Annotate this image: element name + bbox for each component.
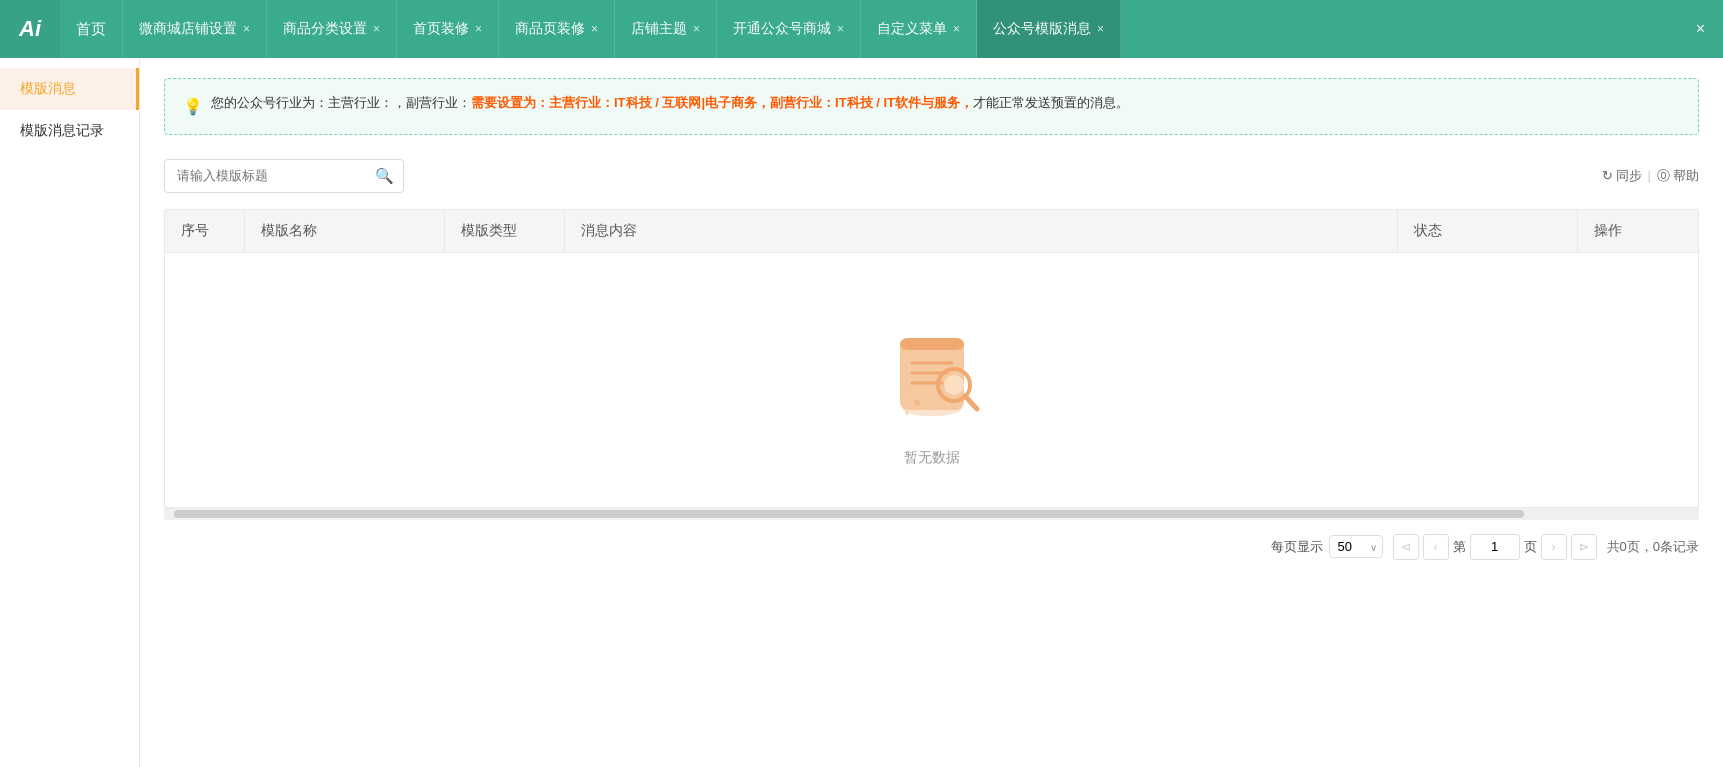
empty-illustration [872,313,992,433]
tab-home-label: 首页 [76,20,106,39]
prev-page-button[interactable]: ‹ [1423,534,1449,560]
tab-homepage-label: 首页装修 [413,20,469,38]
sync-button[interactable]: ↻ 同步 [1602,167,1642,185]
tab-wechat-shop[interactable]: 开通公众号商城 × [717,0,861,58]
tab-productpage-close[interactable]: × [591,22,598,36]
svg-line-8 [965,396,977,409]
top-nav: Ai 首页 微商城店铺设置 × 商品分类设置 × 首页装修 × 商品页装修 × … [0,0,1723,58]
tab-weshop-close[interactable]: × [243,22,250,36]
tab-custom-menu-close[interactable]: × [953,22,960,36]
tab-wechat-shop-label: 开通公众号商城 [733,20,831,38]
search-icon[interactable]: 🔍 [375,167,394,185]
main-content: 💡 您的公众号行业为：主营行业：，副营行业：需要设置为：主营行业：IT科技 / … [140,58,1723,767]
page-label: 页 [1524,538,1537,556]
th-status: 状态 [1398,210,1578,252]
tab-wechat-shop-close[interactable]: × [837,22,844,36]
tab-template-msg-label: 公众号模版消息 [993,20,1091,38]
page-input[interactable] [1470,534,1520,560]
first-page-button[interactable]: ⊲ [1393,534,1419,560]
svg-point-9 [914,400,920,406]
tab-custom-menu-label: 自定义菜单 [877,20,947,38]
page-size-wrap: 10 20 50 100 [1329,535,1383,558]
tab-template-msg-close[interactable]: × [1097,22,1104,36]
tab-template-msg[interactable]: 公众号模版消息 × [977,0,1121,58]
tab-productpage[interactable]: 商品页装修 × [499,0,615,58]
empty-text: 暂无数据 [904,449,960,467]
notice-box: 💡 您的公众号行业为：主营行业：，副营行业：需要设置为：主营行业：IT科技 / … [164,78,1699,135]
help-icon: ⓪ [1657,167,1670,185]
th-action: 操作 [1578,210,1698,252]
page-size-dropdown[interactable]: 10 20 50 100 [1329,535,1383,558]
total-info: 共0页，0条记录 [1607,538,1699,556]
tab-home[interactable]: 首页 [60,0,123,58]
notice-icon: 💡 [183,94,203,120]
tab-weshop[interactable]: 微商城店铺设置 × [123,0,267,58]
close-all-button[interactable]: × [1678,0,1723,58]
notice-text: 您的公众号行业为：主营行业：，副营行业：需要设置为：主营行业：IT科技 / 互联… [211,93,1129,114]
last-page-button[interactable]: ⊳ [1571,534,1597,560]
tab-theme-label: 店铺主题 [631,20,687,38]
sidebar-item-template-msg[interactable]: 模版消息 [0,68,139,110]
search-left: 🔍 [164,159,404,193]
svg-point-7 [944,375,964,395]
tab-category-label: 商品分类设置 [283,20,367,38]
horizontal-scrollbar[interactable] [164,508,1699,520]
th-type: 模版类型 [445,210,565,252]
th-index: 序号 [165,210,245,252]
table: 序号 模版名称 模版类型 消息内容 状态 操作 [164,209,1699,508]
tab-homepage-close[interactable]: × [475,22,482,36]
table-header: 序号 模版名称 模版类型 消息内容 状态 操作 [165,210,1698,253]
tab-weshop-label: 微商城店铺设置 [139,20,237,38]
tab-homepage[interactable]: 首页装修 × [397,0,499,58]
sync-icon: ↻ [1602,168,1613,183]
svg-rect-2 [900,338,964,350]
page-prefix: 第 [1453,538,1466,556]
tab-category-close[interactable]: × [373,22,380,36]
tab-theme[interactable]: 店铺主题 × [615,0,717,58]
help-button[interactable]: ⓪ 帮助 [1657,167,1699,185]
app-logo: Ai [0,0,60,58]
empty-state: 暂无数据 [165,253,1698,507]
th-name: 模版名称 [245,210,445,252]
scroll-thumb[interactable] [174,510,1524,518]
tab-theme-close[interactable]: × [693,22,700,36]
page-size-select: 每页显示 10 20 50 100 [1271,535,1383,558]
page-nav: ⊲ ‹ 第 页 › ⊳ [1393,534,1597,560]
search-bar: 🔍 ↻ 同步 | ⓪ 帮助 [164,159,1699,193]
layout: 模版消息 模版消息记录 💡 您的公众号行业为：主营行业：，副营行业：需要设置为：… [0,58,1723,767]
search-right: ↻ 同步 | ⓪ 帮助 [1602,167,1699,185]
search-input-wrap: 🔍 [164,159,404,193]
next-page-button[interactable]: › [1541,534,1567,560]
search-input[interactable] [164,159,404,193]
tab-custom-menu[interactable]: 自定义菜单 × [861,0,977,58]
page-size-label: 每页显示 [1271,538,1323,556]
tab-category[interactable]: 商品分类设置 × [267,0,397,58]
pagination: 每页显示 10 20 50 100 ⊲ ‹ 第 页 › ⊳ [164,520,1699,564]
th-content: 消息内容 [565,210,1398,252]
sidebar-item-template-log[interactable]: 模版消息记录 [0,110,139,152]
notice-highlight: 需要设置为：主营行业：IT科技 / 互联网|电子商务，副营行业：IT科技 / I… [471,95,973,110]
divider: | [1648,168,1651,183]
svg-point-10 [905,411,909,415]
sidebar: 模版消息 模版消息记录 [0,58,140,767]
tab-productpage-label: 商品页装修 [515,20,585,38]
